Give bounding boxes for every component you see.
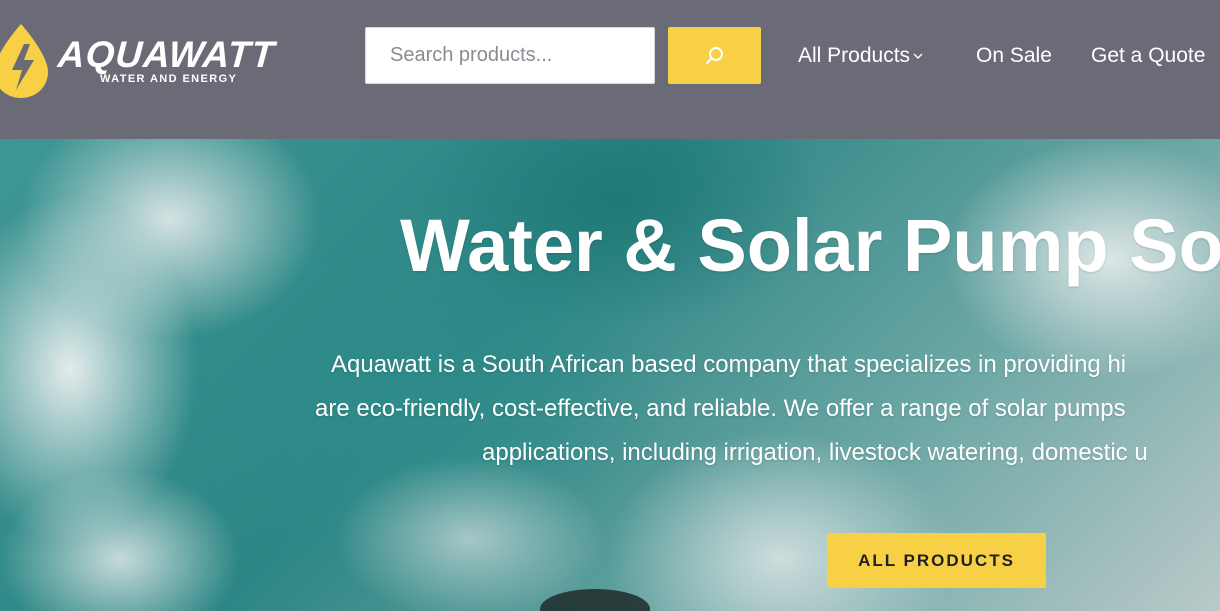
logo-drop-bolt-icon: [0, 24, 48, 98]
nav-item-all-products[interactable]: All Products: [798, 43, 923, 69]
all-products-button[interactable]: ALL PRODUCTS: [827, 533, 1046, 588]
nav-item-on-sale[interactable]: On Sale: [976, 43, 1052, 69]
search-field[interactable]: [365, 27, 655, 84]
hero-description-line: are eco-friendly, cost-effective, and re…: [315, 395, 1126, 422]
hero-title: Water & Solar Pump So: [400, 204, 1220, 287]
nav-item-label: On Sale: [976, 44, 1052, 67]
hero-description-line: Aquawatt is a South African based compan…: [331, 351, 1127, 378]
brand-name: AQUAWATT: [56, 34, 277, 75]
brand-tagline: WATER AND ENERGY: [100, 73, 238, 85]
search-icon: [705, 46, 723, 64]
chevron-down-icon: [913, 53, 923, 60]
nav-item-label: All Products: [798, 44, 911, 67]
hero-banner: Water & Solar Pump So Aquawatt is a Sout…: [0, 139, 1220, 611]
site-header: AQUAWATT WATER AND ENERGY All Products O…: [0, 0, 1220, 139]
hero-background-rock: [540, 589, 650, 611]
search-button[interactable]: [668, 27, 761, 84]
nav-item-label: Get a Quote: [1091, 44, 1206, 67]
hero-description-line: applications, including irrigation, live…: [482, 439, 1148, 466]
nav-item-get-a-quote[interactable]: Get a Quote: [1091, 43, 1205, 69]
search-input[interactable]: [366, 28, 654, 83]
brand-logo[interactable]: AQUAWATT WATER AND ENERGY: [0, 14, 300, 98]
